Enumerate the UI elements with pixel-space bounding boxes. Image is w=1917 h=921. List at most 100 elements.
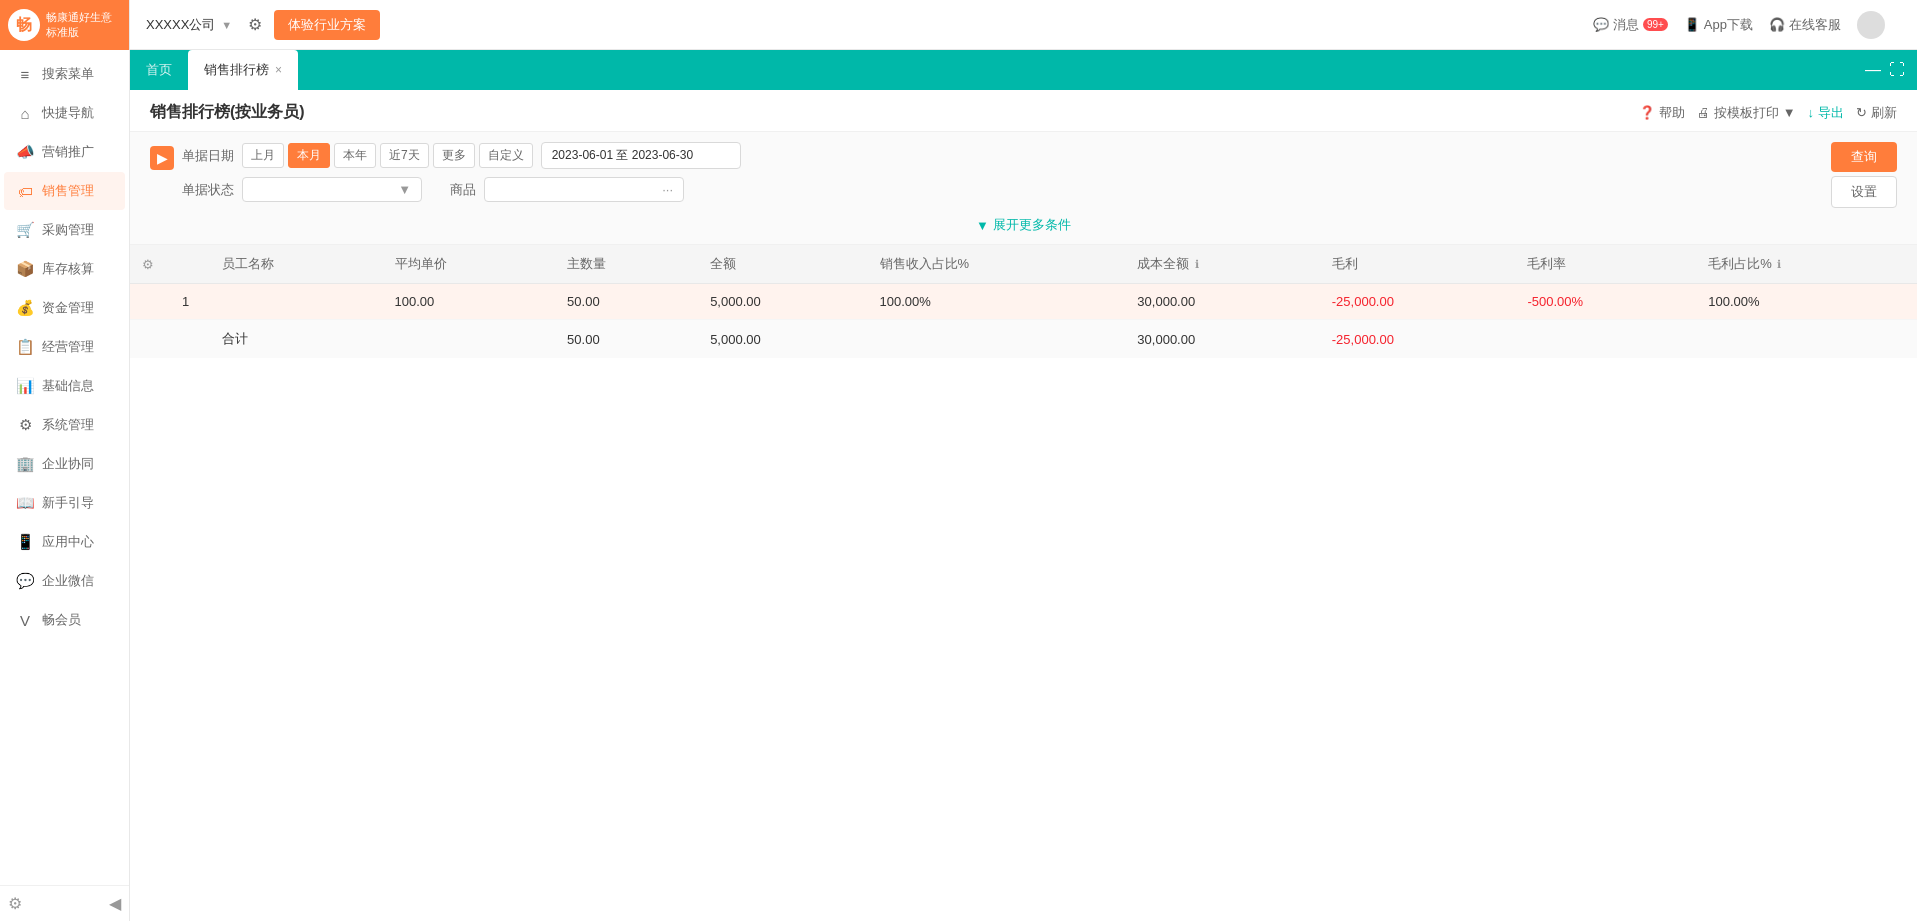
footer-avg-price (383, 320, 556, 359)
print-dropdown-icon: ▼ (1783, 105, 1796, 120)
tab-close-icon[interactable]: × (275, 64, 282, 76)
basic-icon: 📊 (16, 377, 34, 395)
sidebar-logo: 畅 畅康通好生意 标准版 (0, 0, 129, 50)
sidebar-bottom: ⚙ ◀ (0, 885, 129, 921)
sidebar-item-operations[interactable]: 📋 经营管理 (4, 328, 125, 366)
company-selector[interactable]: XXXXX公司 ▼ (146, 16, 232, 34)
message-btn[interactable]: 💬 消息 99+ (1593, 16, 1668, 34)
enterprise-icon: 🏢 (16, 455, 34, 473)
sidebar-item-quick-nav[interactable]: ⌂ 快捷导航 (4, 94, 125, 132)
export-icon: ↓ (1808, 105, 1815, 120)
table-area: ⚙ 员工名称 平均单价 主数量 全额 销售收入占比% 成本全额 ℹ (130, 245, 1917, 921)
date-year-btn[interactable]: 本年 (334, 143, 376, 168)
finance-icon: 💰 (16, 299, 34, 317)
col-profit-rate: 毛利率 (1515, 245, 1696, 284)
headset-icon: 🎧 (1769, 17, 1785, 32)
cost-info-icon[interactable]: ℹ (1195, 258, 1199, 270)
date-range-input[interactable]: 2023-06-01 至 2023-06-30 (541, 142, 741, 169)
table-body: 1 100.00 50.00 5,000.00 100.00% 30,000.0… (130, 284, 1917, 320)
trial-btn[interactable]: 体验行业方案 (274, 10, 380, 40)
footer-gear-cell (130, 320, 170, 359)
setting-btn[interactable]: 设置 (1831, 176, 1897, 208)
sidebar-item-search[interactable]: ≡ 搜索菜单 (4, 55, 125, 93)
sidebar-item-member[interactable]: V 畅会员 (4, 601, 125, 639)
tab-home[interactable]: 首页 (130, 50, 188, 90)
sidebar-item-inventory[interactable]: 📦 库存核算 (4, 250, 125, 288)
col-avg-price: 平均单价 (383, 245, 556, 284)
apps-icon: 📱 (16, 533, 34, 551)
page-inner: 销售排行榜(按业务员) ❓ 帮助 🖨 按模板打印 ▼ ↓ 导出 (130, 90, 1917, 921)
date-custom-btn[interactable]: 自定义 (479, 143, 533, 168)
export-btn[interactable]: ↓ 导出 (1808, 104, 1845, 122)
sidebar-item-purchase[interactable]: 🛒 采购管理 (4, 211, 125, 249)
footer-label: 合计 (210, 320, 383, 359)
filter-collapse-btn[interactable]: ▶ (150, 146, 174, 170)
tab-bar-right: — ⛶ (1865, 61, 1917, 79)
expand-more-btn[interactable]: ▼ 展开更多条件 (150, 216, 1897, 234)
sidebar-item-sales[interactable]: 🏷 销售管理 (4, 172, 125, 210)
mobile-icon: 📱 (1684, 17, 1700, 32)
company-name: XXXXX公司 (146, 16, 215, 34)
status-goods-row: 单据状态 ▼ 商品 ··· (182, 177, 741, 202)
filter-right-btns: 查询 设置 (1831, 142, 1897, 208)
goods-input[interactable]: ··· (484, 177, 684, 202)
date-more-btn[interactable]: 更多 (433, 143, 475, 168)
sidebar-settings-icon[interactable]: ⚙ (8, 894, 22, 913)
sidebar-item-marketing[interactable]: 📣 营销推广 (4, 133, 125, 171)
footer-profit-pct (1696, 320, 1917, 359)
sidebar-item-basic[interactable]: 📊 基础信息 (4, 367, 125, 405)
sidebar-item-apps[interactable]: 📱 应用中心 (4, 523, 125, 561)
avatar[interactable] (1857, 11, 1885, 39)
table-footer: 合计 50.00 5,000.00 30,000.00 -25,000.00 (130, 320, 1917, 359)
logo-text: 畅康通好生意 标准版 (46, 10, 112, 41)
date-filter-row: 单据日期 上月 本月 本年 近7天 更多 自定义 (182, 142, 741, 169)
print-btn[interactable]: 🖨 按模板打印 ▼ (1697, 104, 1796, 122)
gear-icon[interactable]: ⚙ (142, 257, 154, 272)
app-download-btn[interactable]: 📱 App下载 (1684, 16, 1753, 34)
refresh-btn[interactable]: ↻ 刷新 (1856, 104, 1897, 122)
row-name (210, 284, 383, 320)
sidebar-item-finance[interactable]: 💰 资金管理 (4, 289, 125, 327)
sidebar-item-system[interactable]: ⚙ 系统管理 (4, 406, 125, 444)
page-actions: ❓ 帮助 🖨 按模板打印 ▼ ↓ 导出 ↻ 刷新 (1639, 104, 1897, 122)
online-service-btn[interactable]: 🎧 在线客服 (1769, 16, 1841, 34)
row-profit: -25,000.00 (1320, 284, 1516, 320)
main-area: XXXXX公司 ▼ ⚙ 体验行业方案 💬 消息 99+ 📱 App下载 🎧 在线… (130, 0, 1917, 921)
status-dropdown-icon: ▼ (398, 182, 411, 197)
row-gear-cell (130, 284, 170, 320)
header-right: 💬 消息 99+ 📱 App下载 🎧 在线客服 (1593, 11, 1901, 39)
operations-icon: 📋 (16, 338, 34, 356)
chevron-down-icon: ▼ (976, 218, 989, 233)
company-dropdown-icon: ▼ (221, 19, 232, 31)
header-settings-icon[interactable]: ⚙ (248, 15, 262, 34)
row-profit-pct: 100.00% (1696, 284, 1917, 320)
marketing-icon: 📣 (16, 143, 34, 161)
sidebar-item-guide[interactable]: 📖 新手引导 (4, 484, 125, 522)
tab-bar: 首页 销售排行榜 × — ⛶ (130, 50, 1917, 90)
footer-sales-pct (868, 320, 1126, 359)
sidebar-item-wechat[interactable]: 💬 企业微信 (4, 562, 125, 600)
col-profit: 毛利 (1320, 245, 1516, 284)
top-header: XXXXX公司 ▼ ⚙ 体验行业方案 💬 消息 99+ 📱 App下载 🎧 在线… (130, 0, 1917, 50)
col-sales-pct: 销售收入占比% (868, 245, 1126, 284)
row-amount: 5,000.00 (698, 284, 867, 320)
sidebar-collapse-icon[interactable]: ◀ (109, 894, 121, 913)
date-label: 单据日期 (182, 147, 234, 165)
profit-pct-info-icon[interactable]: ℹ (1777, 258, 1781, 270)
col-amount: 全额 (698, 245, 867, 284)
date-cur-month-btn[interactable]: 本月 (288, 143, 330, 168)
sales-icon: 🏷 (16, 183, 34, 200)
message-icon: 💬 (1593, 17, 1609, 32)
status-select[interactable]: ▼ (242, 177, 422, 202)
date-7days-btn[interactable]: 近7天 (380, 143, 429, 168)
query-btn[interactable]: 查询 (1831, 142, 1897, 172)
sidebar-item-enterprise[interactable]: 🏢 企业协同 (4, 445, 125, 483)
row-sales-pct: 100.00% (868, 284, 1126, 320)
tab-maximize-icon[interactable]: ⛶ (1889, 61, 1905, 79)
table-header: ⚙ 员工名称 平均单价 主数量 全额 销售收入占比% 成本全额 ℹ (130, 245, 1917, 284)
date-prev-month-btn[interactable]: 上月 (242, 143, 284, 168)
help-btn[interactable]: ❓ 帮助 (1639, 104, 1685, 122)
tab-sales-rank[interactable]: 销售排行榜 × (188, 50, 298, 90)
tab-minimize-icon[interactable]: — (1865, 61, 1881, 79)
sidebar: 畅 畅康通好生意 标准版 ≡ 搜索菜单 ⌂ 快捷导航 📣 营销推广 🏷 销售管理… (0, 0, 130, 921)
